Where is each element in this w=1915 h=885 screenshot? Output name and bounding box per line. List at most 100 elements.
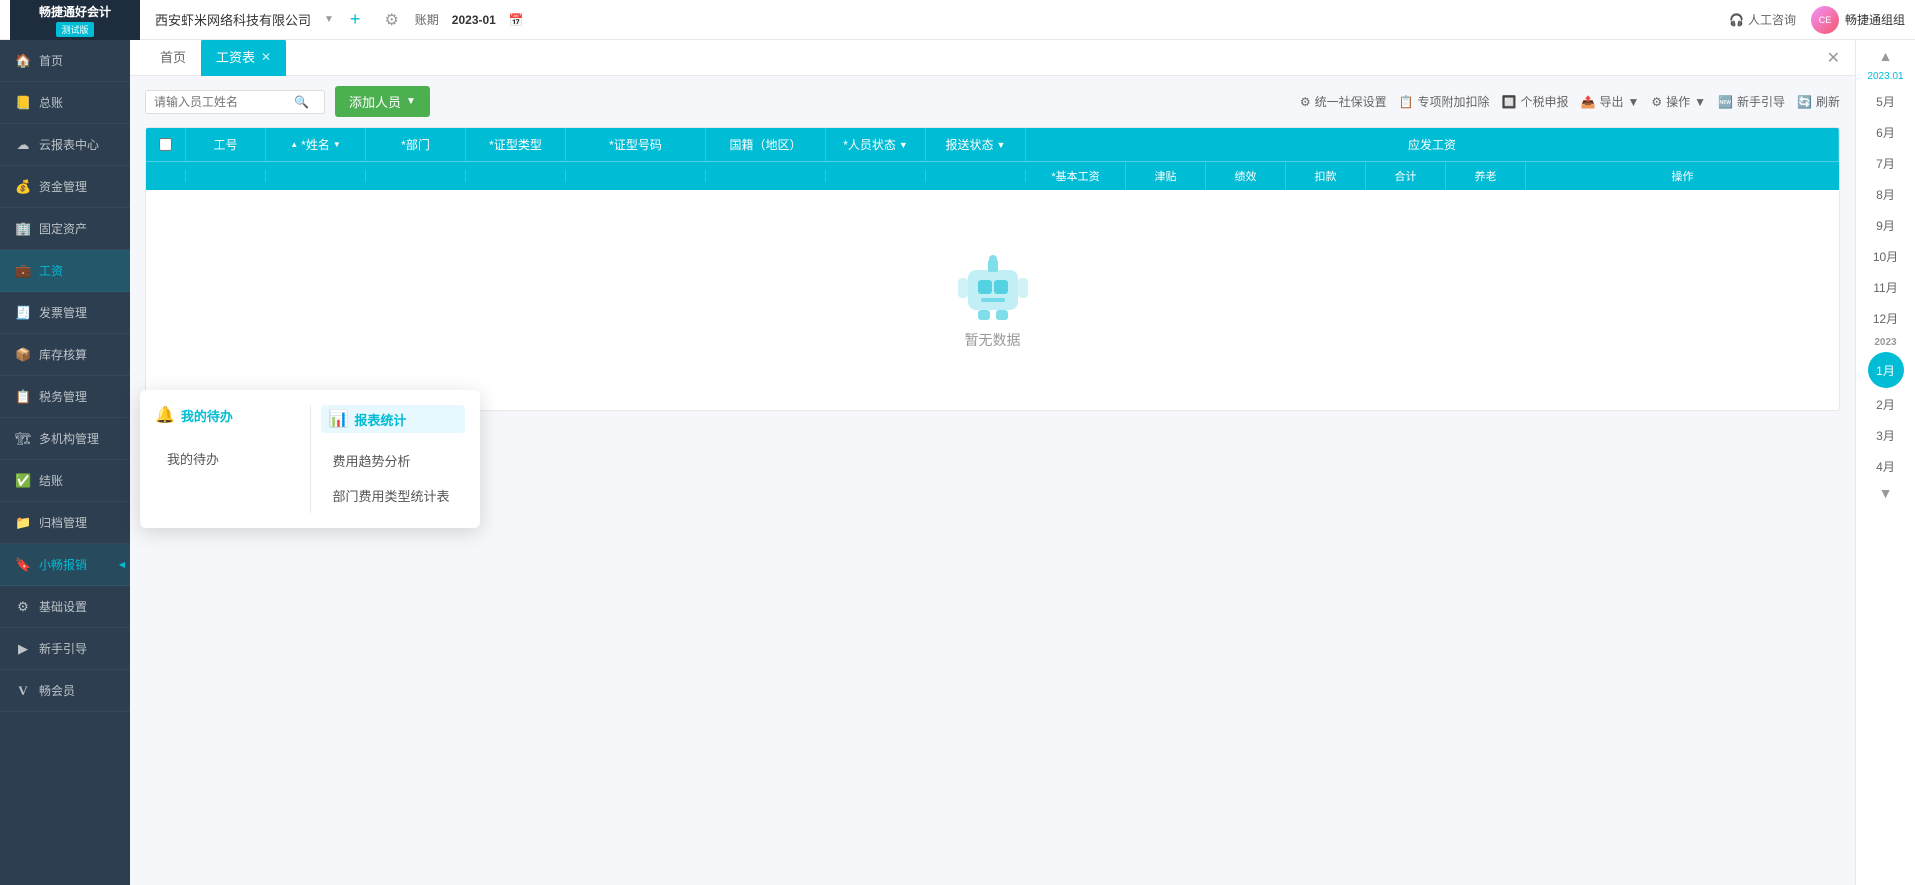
- th-name-label: *姓名: [301, 136, 330, 153]
- th-status[interactable]: *人员状态 ▼: [826, 128, 926, 161]
- tab-home[interactable]: 首页: [145, 40, 201, 76]
- deduction-icon: 📋: [1399, 95, 1414, 109]
- home-icon: 🏠: [15, 53, 31, 69]
- deduction-action[interactable]: 📋 专项附加扣除: [1399, 93, 1490, 110]
- logo-area: 畅捷通好会计 测试版: [10, 0, 140, 40]
- table-wrapper: 工号 ▲ *姓名 ▼ *部门 *证型类型: [145, 127, 1840, 411]
- sidebar: 🏠 首页 📒 总账 ☁ 云报表中心 💰 资金管理 🏢 固定资产 💼 工资 🧾 发…: [0, 40, 130, 885]
- export-action[interactable]: 📤 导出 ▼: [1581, 93, 1640, 110]
- sidebar-item-home[interactable]: 🏠 首页: [0, 40, 130, 82]
- operate-action[interactable]: ⚙ 操作 ▼: [1651, 93, 1706, 110]
- select-all-checkbox[interactable]: [159, 138, 172, 151]
- th2-pension: 养老: [1446, 162, 1526, 190]
- top-bar: 畅捷通好会计 测试版 西安虾米网络科技有限公司 ▼ + ⚙ 账期 2023-01…: [0, 0, 1915, 40]
- sidebar-item-member[interactable]: V 畅会员: [0, 670, 130, 712]
- popup-divider: [310, 405, 311, 513]
- refresh-action[interactable]: 🔄 刷新: [1797, 93, 1840, 110]
- month-item-5[interactable]: 5月: [1861, 87, 1911, 116]
- month-item-12[interactable]: 12月: [1861, 304, 1911, 333]
- tax-return-action[interactable]: 🔲 个税申报: [1502, 93, 1569, 110]
- add-company-btn[interactable]: +: [350, 9, 361, 30]
- sidebar-item-ledger[interactable]: 📒 总账: [0, 82, 130, 124]
- th-checkbox[interactable]: [146, 128, 186, 161]
- user-info[interactable]: CE 畅捷通组组: [1811, 6, 1905, 34]
- sidebar-label-ledger: 总账: [39, 94, 63, 111]
- tax-return-label: 个税申报: [1521, 93, 1569, 110]
- basic-settings-icon: ⚙: [15, 599, 31, 615]
- member-icon: V: [15, 683, 31, 699]
- month-item-9[interactable]: 9月: [1861, 211, 1911, 240]
- customer-service-btn[interactable]: 🎧 人工咨询: [1729, 11, 1796, 28]
- sidebar-item-cloud-reports[interactable]: ☁ 云报表中心: [0, 124, 130, 166]
- sidebar-item-basic-settings[interactable]: ⚙ 基础设置: [0, 586, 130, 628]
- th-report-filter-icon: ▼: [997, 140, 1006, 150]
- new-guide-action[interactable]: 🆕 新手引导: [1718, 93, 1785, 110]
- popup-item-dept-expense[interactable]: 部门费用类型统计表: [321, 478, 466, 513]
- tab-salary[interactable]: 工资表 ✕: [201, 40, 286, 76]
- company-dropdown-icon[interactable]: ▼: [324, 14, 334, 25]
- sidebar-item-settlement[interactable]: ✅ 结账: [0, 460, 130, 502]
- tab-salary-close[interactable]: ✕: [261, 50, 271, 64]
- table-header-bottom: *基本工资 津贴 绩效 扣款 合: [146, 162, 1839, 190]
- social-security-action[interactable]: ⚙ 统一社保设置: [1300, 93, 1387, 110]
- tab-home-label: 首页: [160, 50, 186, 65]
- inventory-icon: 📦: [15, 347, 31, 363]
- sidebar-item-tax[interactable]: 📋 税务管理: [0, 376, 130, 418]
- month-item-3[interactable]: 3月: [1861, 421, 1911, 450]
- sidebar-item-salary[interactable]: 💼 工资: [0, 250, 130, 292]
- month-nav-down[interactable]: ▼: [1876, 482, 1896, 504]
- tab-salary-label: 工资表: [216, 47, 255, 66]
- month-item-1-active[interactable]: 1月: [1868, 352, 1904, 388]
- month-item-4[interactable]: 4月: [1861, 452, 1911, 481]
- th-name[interactable]: ▲ *姓名 ▼: [266, 128, 366, 161]
- tab-bar: 首页 工资表 ✕ ✕: [130, 40, 1855, 76]
- month-panel: ▲ 2023.01 5月 6月 7月 8月 9月 10月 11月 12月 202…: [1855, 40, 1915, 885]
- sidebar-label-xiaochang: 小畅报销: [39, 556, 87, 573]
- sidebar-item-archive[interactable]: 📁 归档管理: [0, 502, 130, 544]
- popup-section1-title: 🔔 我的待办: [155, 405, 300, 431]
- panel-close-btn[interactable]: ✕: [1827, 48, 1840, 68]
- th-cert-type: *证型类型: [466, 128, 566, 161]
- month-item-6[interactable]: 6月: [1861, 118, 1911, 147]
- sidebar-label-fixed-assets: 固定资产: [39, 220, 87, 237]
- th2-bonus-label: 津贴: [1155, 171, 1177, 183]
- th-status-label: *人员状态: [843, 136, 896, 153]
- search-icon: 🔍: [294, 95, 309, 109]
- sidebar-item-fund[interactable]: 💰 资金管理: [0, 166, 130, 208]
- th-salary-group-label: 应发工资: [1408, 138, 1456, 152]
- sidebar-item-new-guide[interactable]: ▶ 新手引导: [0, 628, 130, 670]
- th-id: 工号: [186, 128, 266, 161]
- th2-total: 合计: [1366, 162, 1446, 190]
- search-input[interactable]: [154, 95, 294, 109]
- th2-country: [706, 170, 826, 182]
- popup-col-1: 🔔 我的待办 我的待办: [155, 405, 300, 513]
- th-cert-type-label: *证型类型: [489, 136, 542, 153]
- popup-item-my-todo[interactable]: 我的待办: [155, 441, 300, 476]
- sidebar-item-xiaochang[interactable]: 🔖 小畅报销: [0, 544, 130, 586]
- month-item-10[interactable]: 10月: [1861, 242, 1911, 271]
- settings-icon[interactable]: ⚙: [384, 10, 398, 30]
- popup-item-expense-trend[interactable]: 费用趋势分析: [321, 443, 466, 478]
- sidebar-item-invoice[interactable]: 🧾 发票管理: [0, 292, 130, 334]
- add-person-btn[interactable]: 添加人员 ▼: [335, 86, 430, 117]
- th2-operate: 操作: [1526, 162, 1839, 190]
- sidebar-item-multi-org[interactable]: 🏗 多机构管理: [0, 418, 130, 460]
- sidebar-item-inventory[interactable]: 📦 库存核算: [0, 334, 130, 376]
- empty-icon: [953, 250, 1033, 330]
- calendar-icon[interactable]: 📅: [509, 13, 524, 27]
- popup-col-2: 📊 报表统计 费用趋势分析 部门费用类型统计表: [321, 405, 466, 513]
- popup-section2-label: 报表统计: [354, 410, 406, 429]
- sidebar-item-fixed-assets[interactable]: 🏢 固定资产: [0, 208, 130, 250]
- month-item-8[interactable]: 8月: [1861, 180, 1911, 209]
- deduction-label: 专项附加扣除: [1418, 93, 1490, 110]
- dropdown-popup: 🔔 我的待办 我的待办 📊 报表统计 费用趋势分析 部门费用类型统计表: [140, 390, 480, 528]
- company-name: 西安虾米网络科技有限公司: [155, 10, 311, 29]
- th-report[interactable]: 报送状态 ▼: [926, 128, 1026, 161]
- salary-icon: 💼: [15, 263, 31, 279]
- avatar-initials: CE: [1819, 15, 1832, 25]
- month-item-11[interactable]: 11月: [1861, 273, 1911, 302]
- month-item-7[interactable]: 7月: [1861, 149, 1911, 178]
- month-item-2[interactable]: 2月: [1861, 390, 1911, 419]
- month-nav-up[interactable]: ▲: [1876, 45, 1896, 67]
- ledger-icon: 📒: [15, 95, 31, 111]
